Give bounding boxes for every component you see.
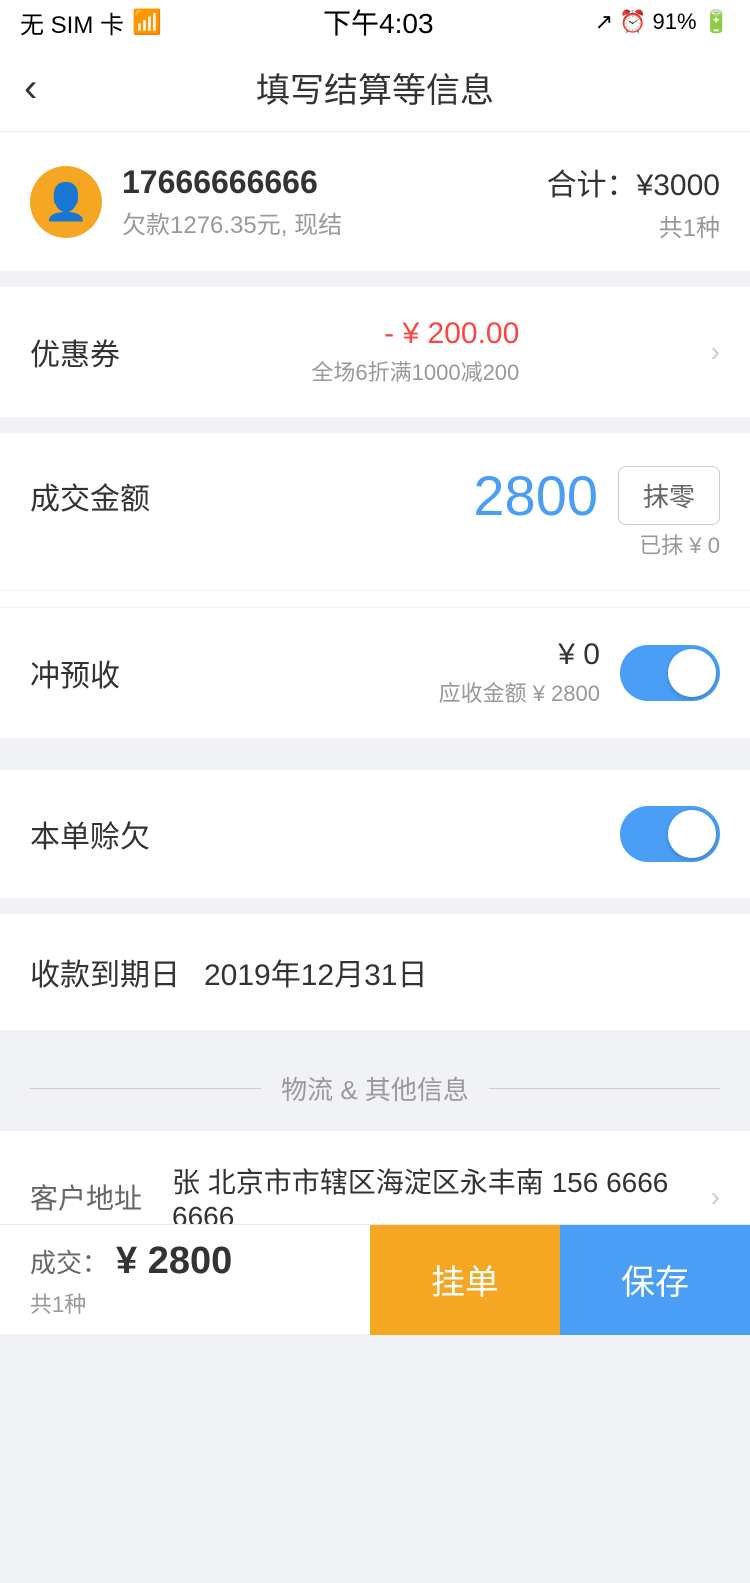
total-count: 共1种 [547, 208, 720, 243]
bottom-bar: 成交： ¥ 2800 共1种 挂单 保存 [0, 1224, 750, 1334]
coupon-desc: 全场6折满1000减200 [311, 355, 519, 387]
status-left: 无 SIM 卡 📶 [20, 5, 162, 40]
address-chevron-icon: › [711, 1181, 720, 1213]
logistics-line-right [489, 1088, 720, 1089]
deal-section: 成交金额 2800 抹零 已抹 ¥ 0 冲预收 ¥ 0 应收金额 ¥ 2800 [0, 433, 750, 738]
total-amount: 合计：¥3000 [547, 160, 720, 204]
wifi-icon: 📶 [132, 8, 162, 37]
own-debt-row: 本单赊欠 [0, 770, 750, 898]
logistics-section: 物流 & 其他信息 [0, 1046, 750, 1131]
battery-icon: 🔋 [703, 9, 730, 35]
prepay-row: 冲预收 ¥ 0 应收金额 ¥ 2800 [0, 607, 750, 738]
bottom-count: 共1种 [30, 1287, 340, 1319]
customer-phone: 17666666666 [122, 164, 342, 201]
own-debt-toggle-knob [668, 810, 716, 858]
bottom-deal-label: 成交： [30, 1243, 108, 1280]
coupon-label: 优惠券 [30, 330, 120, 374]
status-bar: 无 SIM 卡 📶 下午4:03 ↗ ⏰ 91% 🔋 [0, 0, 750, 44]
alarm-icon: ⏰ [619, 9, 646, 35]
due-date-value: 2019年12月31日 [204, 950, 427, 994]
logistics-title: 物流 & 其他信息 [281, 1070, 469, 1107]
deal-sub-text: 已抹 ¥ 0 [639, 533, 720, 558]
status-time: 下午4:03 [323, 2, 434, 42]
location-icon: ↗ [595, 9, 613, 35]
prepay-amount: ¥ 0 [439, 638, 600, 672]
logistics-line-left [30, 1088, 261, 1089]
prepay-label: 冲预收 [30, 651, 120, 695]
own-debt-label: 本单赊欠 [30, 812, 150, 856]
coupon-row[interactable]: 优惠券 - ¥ 200.00 全场6折满1000减200 › [0, 287, 750, 417]
due-date-row: 收款到期日 2019年12月31日 [0, 914, 750, 1030]
deal-amount-label: 成交金额 [30, 474, 150, 518]
battery-level: 91% [653, 9, 697, 35]
page-title: 填写结算等信息 [256, 63, 494, 112]
sim-status: 无 SIM 卡 [20, 5, 124, 40]
coupon-value: - ¥ 200.00 [311, 317, 519, 351]
customer-card: 👤 17666666666 欠款1276.35元, 现结 合计：¥3000 共1… [0, 132, 750, 271]
round-button[interactable]: 抹零 [618, 466, 720, 525]
nav-bar: ‹ 填写结算等信息 [0, 44, 750, 132]
toggle-knob [668, 649, 716, 697]
avatar: 👤 [30, 166, 102, 238]
prepay-toggle[interactable] [620, 645, 720, 701]
content: 👤 17666666666 欠款1276.35元, 现结 合计：¥3000 共1… [0, 132, 750, 1583]
hold-button[interactable]: 挂单 [370, 1225, 560, 1335]
avatar-icon: 👤 [44, 181, 89, 223]
separator-1 [0, 754, 750, 770]
back-button[interactable]: ‹ [24, 68, 37, 108]
bottom-summary: 成交： ¥ 2800 共1种 [0, 1240, 370, 1319]
status-right: ↗ ⏰ 91% 🔋 [595, 9, 730, 35]
own-debt-toggle[interactable] [620, 806, 720, 862]
bottom-deal-amount: ¥ 2800 [116, 1240, 232, 1283]
address-value: 张 北京市市辖区海淀区永丰南 156 6666 6666 [172, 1161, 681, 1233]
deal-amount-value[interactable]: 2800 [473, 463, 598, 528]
deal-amount-row: 成交金额 2800 抹零 已抹 ¥ 0 [0, 433, 750, 591]
customer-debt: 欠款1276.35元, 现结 [122, 205, 342, 240]
coupon-section: 优惠券 - ¥ 200.00 全场6折满1000减200 › [0, 287, 750, 417]
due-date-label: 收款到期日 [30, 950, 180, 994]
save-button[interactable]: 保存 [560, 1225, 750, 1335]
coupon-chevron-icon: › [711, 336, 720, 368]
prepay-receivable: 应收金额 ¥ 2800 [439, 676, 600, 708]
address-label: 客户地址 [30, 1177, 142, 1217]
